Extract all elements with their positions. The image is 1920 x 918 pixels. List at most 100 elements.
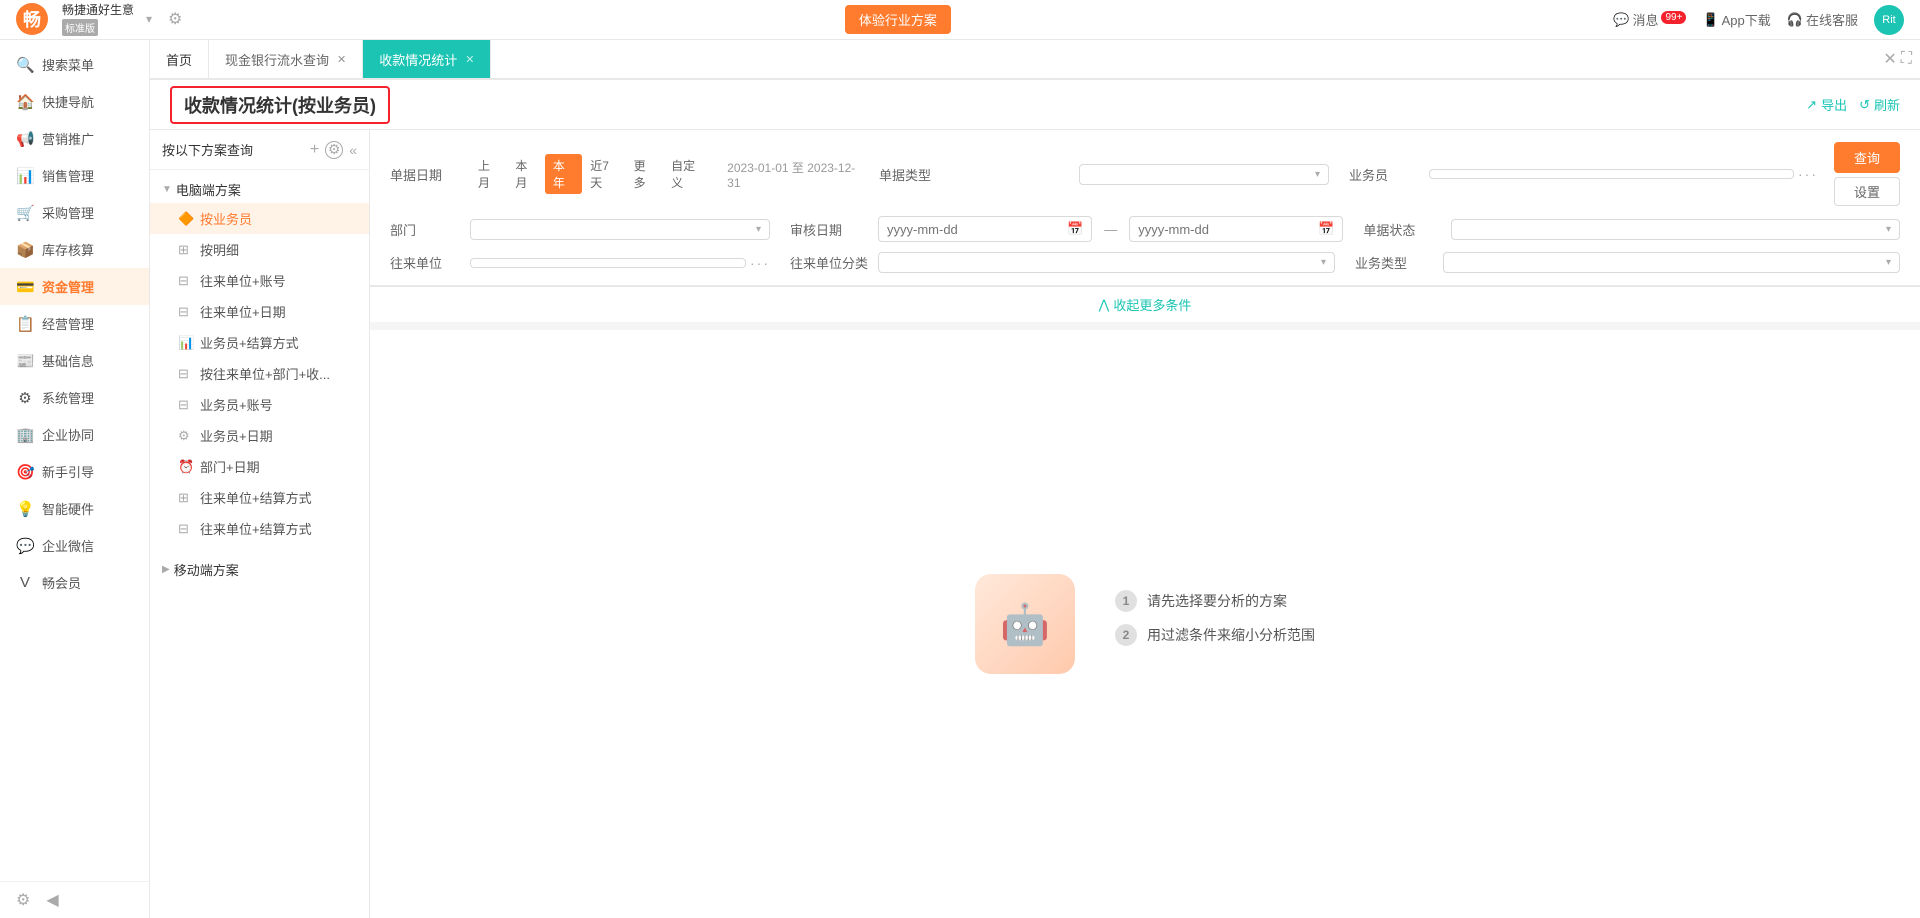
sidebar-item-system[interactable]: ⚙ 系统管理 <box>0 379 149 416</box>
step-num-1: 1 <box>1115 590 1137 612</box>
scheme-item-partner-settle1[interactable]: ⊞ 往来单位+结算方式 <box>150 482 369 513</box>
dept-select-arrow: ▾ <box>756 224 761 235</box>
date-control: 上月 本月 本年 近7天 更多 自定义 2023-01-01 至 2023-12… <box>470 154 859 194</box>
tab-bar-right: ✕ ⛶ <box>1883 49 1920 69</box>
online-service[interactable]: 🎧 在线客服 <box>1787 10 1858 29</box>
date-tab-more[interactable]: 更多 <box>626 154 663 194</box>
main-area: 首页 现金银行流水查询 ✕ 收款情况统计 ✕ ✕ ⛶ 收款情况统计(按业务员) <box>150 40 1920 918</box>
sidebar-item-quicknav[interactable]: 🏠 快捷导航 <box>0 83 149 120</box>
dropdown-icon[interactable]: ▾ <box>146 12 152 26</box>
app-download[interactable]: 📱 App下载 <box>1702 10 1770 29</box>
partner-account-icon: ⊟ <box>178 273 194 289</box>
date-range-text: 2023-01-01 至 2023-12-31 <box>727 159 859 190</box>
review-date-to[interactable]: 📅 <box>1129 216 1343 242</box>
doc-status-select-arrow: ▾ <box>1886 224 1891 235</box>
tab-close-all-icon[interactable]: ✕ <box>1883 49 1896 69</box>
scheme-item-staff-settle[interactable]: 📊 业务员+结算方式 <box>150 327 369 358</box>
sidebar-item-search[interactable]: 🔍 搜索菜单 <box>0 46 149 83</box>
tab-collection[interactable]: 收款情况统计 ✕ <box>363 40 491 78</box>
review-date-from[interactable]: 📅 <box>878 216 1092 242</box>
scheme-item-bystaff[interactable]: 🔶 按业务员 <box>150 203 369 234</box>
notification-area[interactable]: 💬 消息 99+ <box>1613 10 1686 29</box>
user-avatar[interactable]: Rit <box>1874 5 1904 35</box>
notification-badge: 99+ <box>1661 11 1686 24</box>
sidebar: 🔍 搜索菜单 🏠 快捷导航 📢 营销推广 📊 销售管理 🛒 采购管理 📦 <box>0 40 150 918</box>
scheme-item-staff-date[interactable]: ⚙ 业务员+日期 <box>150 420 369 451</box>
tab-collection-close[interactable]: ✕ <box>465 53 474 66</box>
staff-more-btn[interactable]: ··· <box>1798 166 1818 182</box>
doc-status-label: 单据状态 <box>1363 220 1443 239</box>
staff-select[interactable] <box>1429 169 1794 179</box>
partner-category-select[interactable]: ▾ <box>878 252 1335 273</box>
sidebar-item-enterprise[interactable]: 🏢 企业协同 <box>0 416 149 453</box>
settings-icon[interactable]: ⚙ <box>168 9 182 29</box>
sidebar-item-finance[interactable]: 💳 资金管理 <box>0 268 149 305</box>
export-button[interactable]: ↗ 导出 <box>1806 95 1847 114</box>
sidebar-item-marketing[interactable]: 📢 营销推广 <box>0 120 149 157</box>
sidebar-item-basic[interactable]: 📰 基础信息 <box>0 342 149 379</box>
sidebar-item-inventory[interactable]: 📦 库存核算 <box>0 231 149 268</box>
collapse-bar-label: 收起更多条件 <box>1113 295 1191 314</box>
sidebar-item-wechat[interactable]: 💬 企业微信 <box>0 527 149 564</box>
logo-text-area: 畅捷通好生意 标准版 <box>62 3 134 36</box>
settings-bottom-icon[interactable]: ⚙ <box>16 890 30 910</box>
scheme-item-partner-account[interactable]: ⊟ 往来单位+账号 <box>150 265 369 296</box>
date-tab-custom[interactable]: 自定义 <box>663 154 711 194</box>
scheme-item-partner-date[interactable]: ⊟ 往来单位+日期 <box>150 296 369 327</box>
system-icon: ⚙ <box>16 389 34 407</box>
doc-status-select[interactable]: ▾ <box>1451 219 1900 240</box>
tab-bank-close[interactable]: ✕ <box>337 53 346 66</box>
sidebar-item-operation[interactable]: 📋 经营管理 <box>0 305 149 342</box>
doctype-select-arrow: ▾ <box>1315 169 1320 180</box>
add-scheme-icon[interactable]: + <box>310 141 319 159</box>
setting-button[interactable]: 设置 <box>1834 177 1900 206</box>
sidebar-item-purchase[interactable]: 🛒 采购管理 <box>0 194 149 231</box>
date-tab-thisyear[interactable]: 本年 <box>545 154 582 194</box>
date-tab-last7[interactable]: 近7天 <box>582 154 625 194</box>
scheme-group-mobile-header[interactable]: ▶ 移动端方案 <box>150 556 369 583</box>
date-tabs: 上月 本月 本年 近7天 更多 自定义 <box>470 154 711 194</box>
staff-input-area: ··· <box>1429 166 1818 182</box>
demo-button[interactable]: 体验行业方案 <box>845 5 951 34</box>
date-tab-thismonth[interactable]: 本月 <box>507 154 544 194</box>
scheme-group-pc: ▼ 电脑端方案 🔶 按业务员 ⊞ 按明细 ⊟ 往来单位+账号 <box>150 170 369 550</box>
sidebar-bottom: ⚙ ◀ <box>0 881 149 918</box>
biz-type-select[interactable]: ▾ <box>1443 252 1900 273</box>
biz-type-arrow: ▾ <box>1886 257 1891 268</box>
sidebar-item-guide[interactable]: 🎯 新手引导 <box>0 453 149 490</box>
collapse-bar[interactable]: ⋀ 收起更多条件 <box>370 286 1920 322</box>
home-icon: 🏠 <box>16 93 34 111</box>
sidebar-menu: 🔍 搜索菜单 🏠 快捷导航 📢 营销推广 📊 销售管理 🛒 采购管理 📦 <box>0 40 149 881</box>
filter-row-2: 部门 ▾ 审核日期 📅 <box>390 216 1900 242</box>
export-icon: ↗ <box>1806 97 1817 113</box>
dept-select[interactable]: ▾ <box>470 219 770 240</box>
staff-label-area: 业务员 <box>1349 165 1429 184</box>
tab-home[interactable]: 首页 <box>150 40 209 78</box>
sidebar-item-hardware[interactable]: 💡 智能硬件 <box>0 490 149 527</box>
date-tab-lastmonth[interactable]: 上月 <box>470 154 507 194</box>
scheme-item-bydept[interactable]: ⊞ 按明细 <box>150 234 369 265</box>
doctype-select[interactable]: ▾ <box>1079 164 1329 185</box>
logo-icon: 畅 <box>16 3 48 35</box>
scheme-item-partner-settle2[interactable]: ⊟ 往来单位+结算方式 <box>150 513 369 544</box>
logo-text: 畅捷通好生意 <box>62 3 134 17</box>
dept-select-area: ▾ <box>470 219 770 240</box>
setting-scheme-icon[interactable]: ⚙ <box>325 141 343 159</box>
scheme-item-partner-dept[interactable]: ⊟ 按往来单位+部门+收... <box>150 358 369 389</box>
basic-icon: 📰 <box>16 352 34 370</box>
partner-select[interactable] <box>470 258 746 268</box>
collapse-sidebar-icon[interactable]: ◀ <box>46 890 58 910</box>
step-num-2: 2 <box>1115 624 1137 646</box>
scheme-item-staff-account[interactable]: ⊟ 业务员+账号 <box>150 389 369 420</box>
partner-more-btn[interactable]: ··· <box>750 255 770 271</box>
refresh-button[interactable]: ↺ 刷新 <box>1859 95 1900 114</box>
scheme-item-dept-date[interactable]: ⏰ 部门+日期 <box>150 451 369 482</box>
sidebar-item-vip[interactable]: V 畅会员 <box>0 564 149 601</box>
scheme-group-pc-header[interactable]: ▼ 电脑端方案 <box>150 176 369 203</box>
tab-expand-icon[interactable]: ⛶ <box>1901 50 1912 68</box>
sidebar-item-sales[interactable]: 📊 销售管理 <box>0 157 149 194</box>
collapse-panel-icon[interactable]: « <box>349 142 357 158</box>
page-title: 收款情况统计(按业务员) <box>184 96 376 116</box>
query-button[interactable]: 查询 <box>1834 142 1900 173</box>
tab-bank[interactable]: 现金银行流水查询 ✕ <box>209 40 363 78</box>
